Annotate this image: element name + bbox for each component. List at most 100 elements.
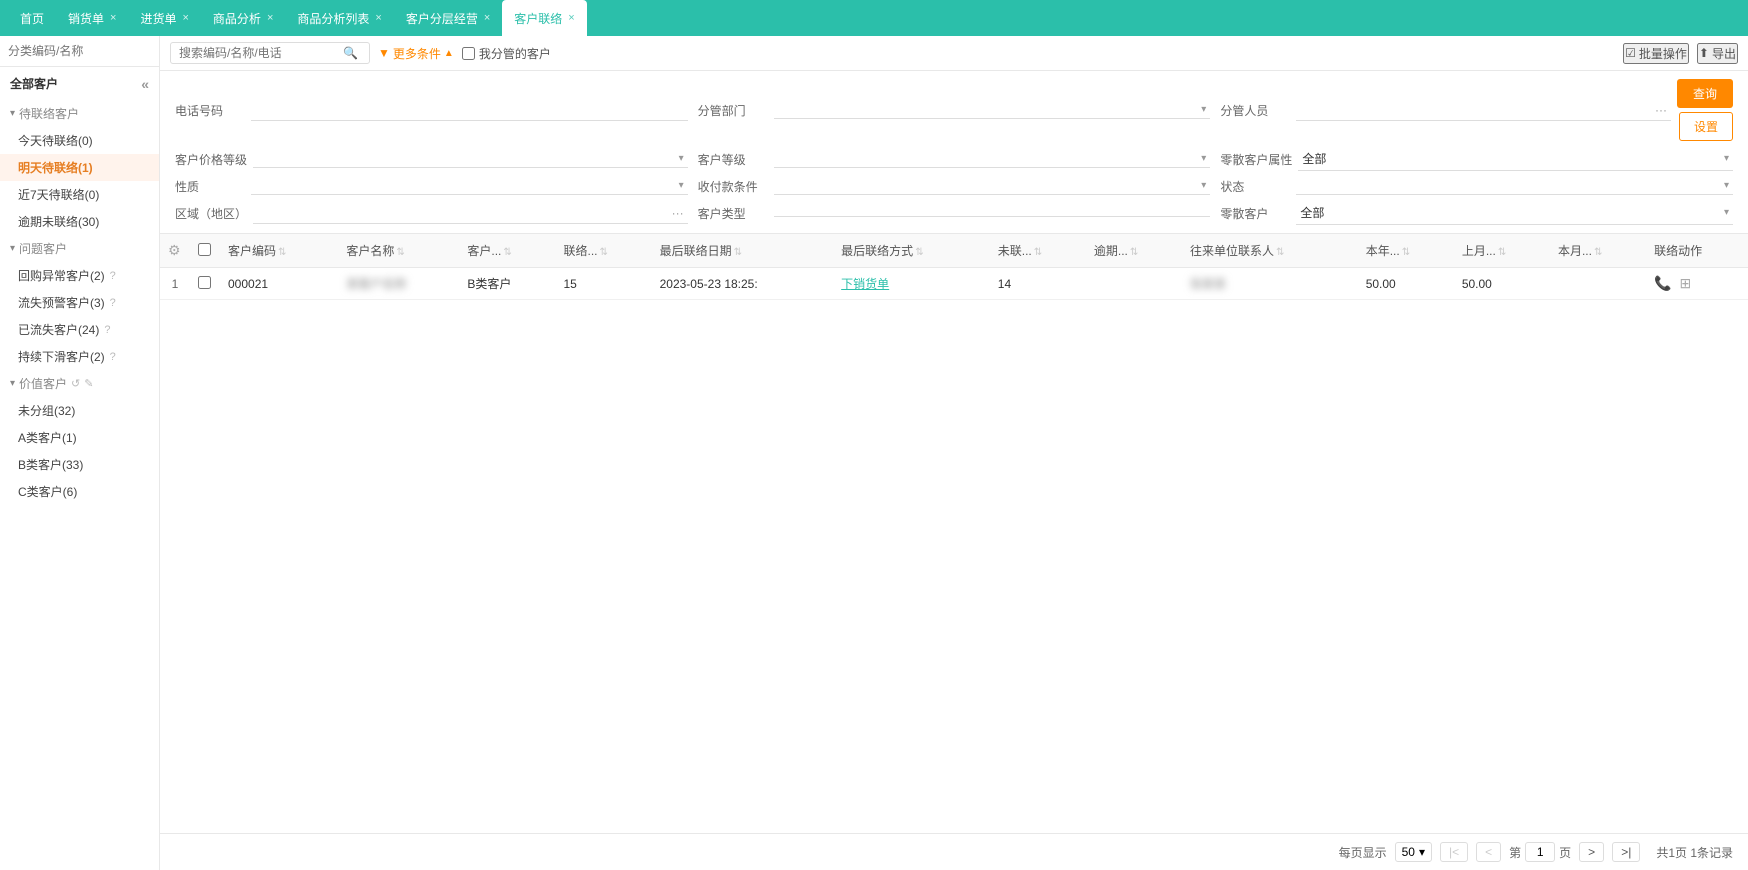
th-name[interactable]: 客户名称⇅	[338, 234, 459, 268]
search-input[interactable]	[179, 46, 339, 60]
nav-product-analysis-list[interactable]: 商品分析列表×	[285, 0, 393, 36]
td-contacts: 张某某	[1182, 268, 1358, 300]
per-page-select[interactable]: 50 ▾	[1395, 842, 1432, 862]
filter-cust-type-select[interactable]	[774, 210, 1211, 217]
td-code: 000021	[220, 268, 338, 300]
sidebar-item-churned[interactable]: 已流失客户(24)?	[0, 316, 159, 343]
filter-dept-select[interactable]: ▾	[774, 101, 1211, 119]
th-last-date[interactable]: 最后联络日期⇅	[652, 234, 834, 268]
select-all-checkbox[interactable]	[198, 243, 211, 256]
th-this-month[interactable]: 本月...⇅	[1550, 234, 1646, 268]
filter-person-dots[interactable]: ···	[1655, 103, 1667, 117]
nav-home[interactable]: 首页	[8, 0, 56, 36]
td-type: B类客户	[459, 268, 555, 300]
filter-region-dots[interactable]: ···	[672, 206, 684, 220]
filter-gender-select[interactable]: ▾	[251, 177, 688, 195]
nav-sales-close[interactable]: ×	[110, 12, 116, 24]
td-checkbox[interactable]	[190, 268, 220, 300]
sidebar-item-7day-pending[interactable]: 近7天待联络(0)	[0, 181, 159, 208]
query-btn[interactable]: 查询	[1677, 79, 1733, 108]
row-checkbox[interactable]	[198, 276, 211, 289]
sidebar-item-ungrouped[interactable]: 未分组(32)	[0, 397, 159, 424]
td-last-method: 下销货单	[833, 268, 990, 300]
call-icon[interactable]: 📞	[1654, 275, 1671, 292]
nav-customer-contact-close[interactable]: ×	[568, 12, 574, 24]
td-num: 1	[160, 268, 190, 300]
filter-payment-select[interactable]: ▾	[774, 177, 1211, 195]
th-code[interactable]: 客户编码⇅	[220, 234, 338, 268]
th-contacts[interactable]: 往来单位联系人⇅	[1182, 234, 1358, 268]
all-customers-header[interactable]: 全部客户 «	[0, 67, 159, 100]
sidebar-item-churn-warning[interactable]: 流失预警客户(3)?	[0, 289, 159, 316]
nav-purchase[interactable]: 进货单×	[128, 0, 200, 36]
filter-cust-level-select[interactable]: ▾	[774, 150, 1211, 168]
nav-customer-tier-close[interactable]: ×	[484, 12, 490, 24]
filter-retail-cust-row: 零散客户 全部 ▾	[1220, 201, 1733, 225]
th-last-method[interactable]: 最后联络方式⇅	[833, 234, 990, 268]
filter-retail-attr-select[interactable]: 全部 ▾	[1298, 147, 1733, 171]
sidebar-item-declining[interactable]: 持续下滑客户(2)?	[0, 343, 159, 370]
sidebar-search-input[interactable]	[8, 44, 160, 58]
filter-retail-attr-label: 零散客户属性	[1220, 151, 1292, 168]
nav-purchase-close[interactable]: ×	[182, 12, 188, 24]
th-type[interactable]: 客户...⇅	[459, 234, 555, 268]
settings-icon[interactable]: ⚙	[168, 242, 181, 258]
filter-person-select[interactable]: ···	[1296, 100, 1671, 121]
batch-op-btn[interactable]: ☑ 批量操作	[1623, 43, 1689, 64]
nav-customer-contact[interactable]: 客户联络×	[502, 0, 586, 36]
sort-icon-overdue: ⇅	[1130, 247, 1138, 258]
filter-status-label: 状态	[1220, 178, 1290, 195]
nav-customer-tier[interactable]: 客户分层经营×	[394, 0, 502, 36]
th-overdue[interactable]: 逾期...⇅	[1086, 234, 1182, 268]
value-group-label: 价值客户 ↺ ✎	[0, 370, 159, 397]
toolbar-right: ☑ 批量操作 ⬆ 导出	[1623, 43, 1738, 64]
prev-page-btn[interactable]: <	[1476, 842, 1501, 862]
filter-cust-type-row: 客户类型	[698, 201, 1211, 225]
setting-btn[interactable]: 设置	[1679, 112, 1733, 141]
nav-sales[interactable]: 销货单×	[56, 0, 128, 36]
sidebar-item-b-class[interactable]: B类客户(33)	[0, 451, 159, 478]
nav-product-analysis-list-close[interactable]: ×	[375, 12, 381, 24]
filter-status-select[interactable]: ▾	[1296, 177, 1733, 195]
sidebar-item-a-class[interactable]: A类客户(1)	[0, 424, 159, 451]
search-icon[interactable]: 🔍	[343, 46, 358, 60]
sidebar-item-overdue-pending[interactable]: 逾期未联络(30)	[0, 208, 159, 235]
data-table-container: ⚙ 客户编码⇅ 客户名称⇅ 客户...⇅ 联络...⇅ 最后联络日期⇅ 最后联络…	[160, 234, 1748, 833]
sidebar-item-abnormal-repurchase[interactable]: 回购异常客户(2)?	[0, 262, 159, 289]
filter-phone-input[interactable]	[251, 100, 688, 121]
filter-person-label: 分管人员	[1220, 102, 1290, 119]
checkbox-icon: ☑	[1625, 46, 1636, 60]
th-checkbox[interactable]	[190, 234, 220, 268]
page-number-input[interactable]	[1525, 842, 1555, 862]
export-btn[interactable]: ⬆ 导出	[1697, 43, 1738, 64]
my-customers-checkbox-label[interactable]: 我分管的客户	[462, 45, 551, 62]
next-page-btn[interactable]: >	[1579, 842, 1604, 862]
sidebar-item-c-class[interactable]: C类客户(6)	[0, 478, 159, 505]
sidebar-item-today-pending[interactable]: 今天待联络(0)	[0, 127, 159, 154]
th-settings[interactable]: ⚙	[160, 234, 190, 268]
more-filters-btn[interactable]: ▼ 更多条件 ▲	[378, 45, 454, 62]
nav-product-analysis[interactable]: 商品分析×	[201, 0, 285, 36]
chevron-down-icon-3: ▾	[1201, 153, 1206, 164]
more-action-icon[interactable]: ⊞	[1680, 275, 1692, 292]
filter-price-level-select[interactable]: ▾	[253, 150, 688, 168]
sidebar-item-tomorrow-pending[interactable]: 明天待联络(1)	[0, 154, 159, 181]
first-page-btn[interactable]: |<	[1440, 842, 1468, 862]
my-customers-checkbox[interactable]	[462, 47, 475, 60]
filter-region-select[interactable]: ···	[253, 203, 688, 224]
th-contact-count[interactable]: 联络...⇅	[555, 234, 651, 268]
th-last-month[interactable]: 上月...⇅	[1454, 234, 1550, 268]
collapse-icon[interactable]: «	[141, 76, 149, 92]
th-action: 联络动作	[1646, 234, 1748, 268]
td-this-month	[1550, 268, 1646, 300]
th-no-contact[interactable]: 未联...⇅	[990, 234, 1086, 268]
sort-icon-contact: ⇅	[600, 247, 608, 258]
filter-action-buttons: 查询 设置	[1677, 79, 1733, 141]
filter-retail-cust-select[interactable]: 全部 ▾	[1296, 201, 1733, 225]
value-edit-icon[interactable]: ✎	[84, 377, 93, 390]
value-refresh-icon[interactable]: ↺	[71, 377, 80, 390]
th-this-year[interactable]: 本年...⇅	[1358, 234, 1454, 268]
last-page-btn[interactable]: >|	[1612, 842, 1640, 862]
filter-payment-row: 收付款条件 ▾	[698, 177, 1211, 195]
nav-product-analysis-close[interactable]: ×	[267, 12, 273, 24]
